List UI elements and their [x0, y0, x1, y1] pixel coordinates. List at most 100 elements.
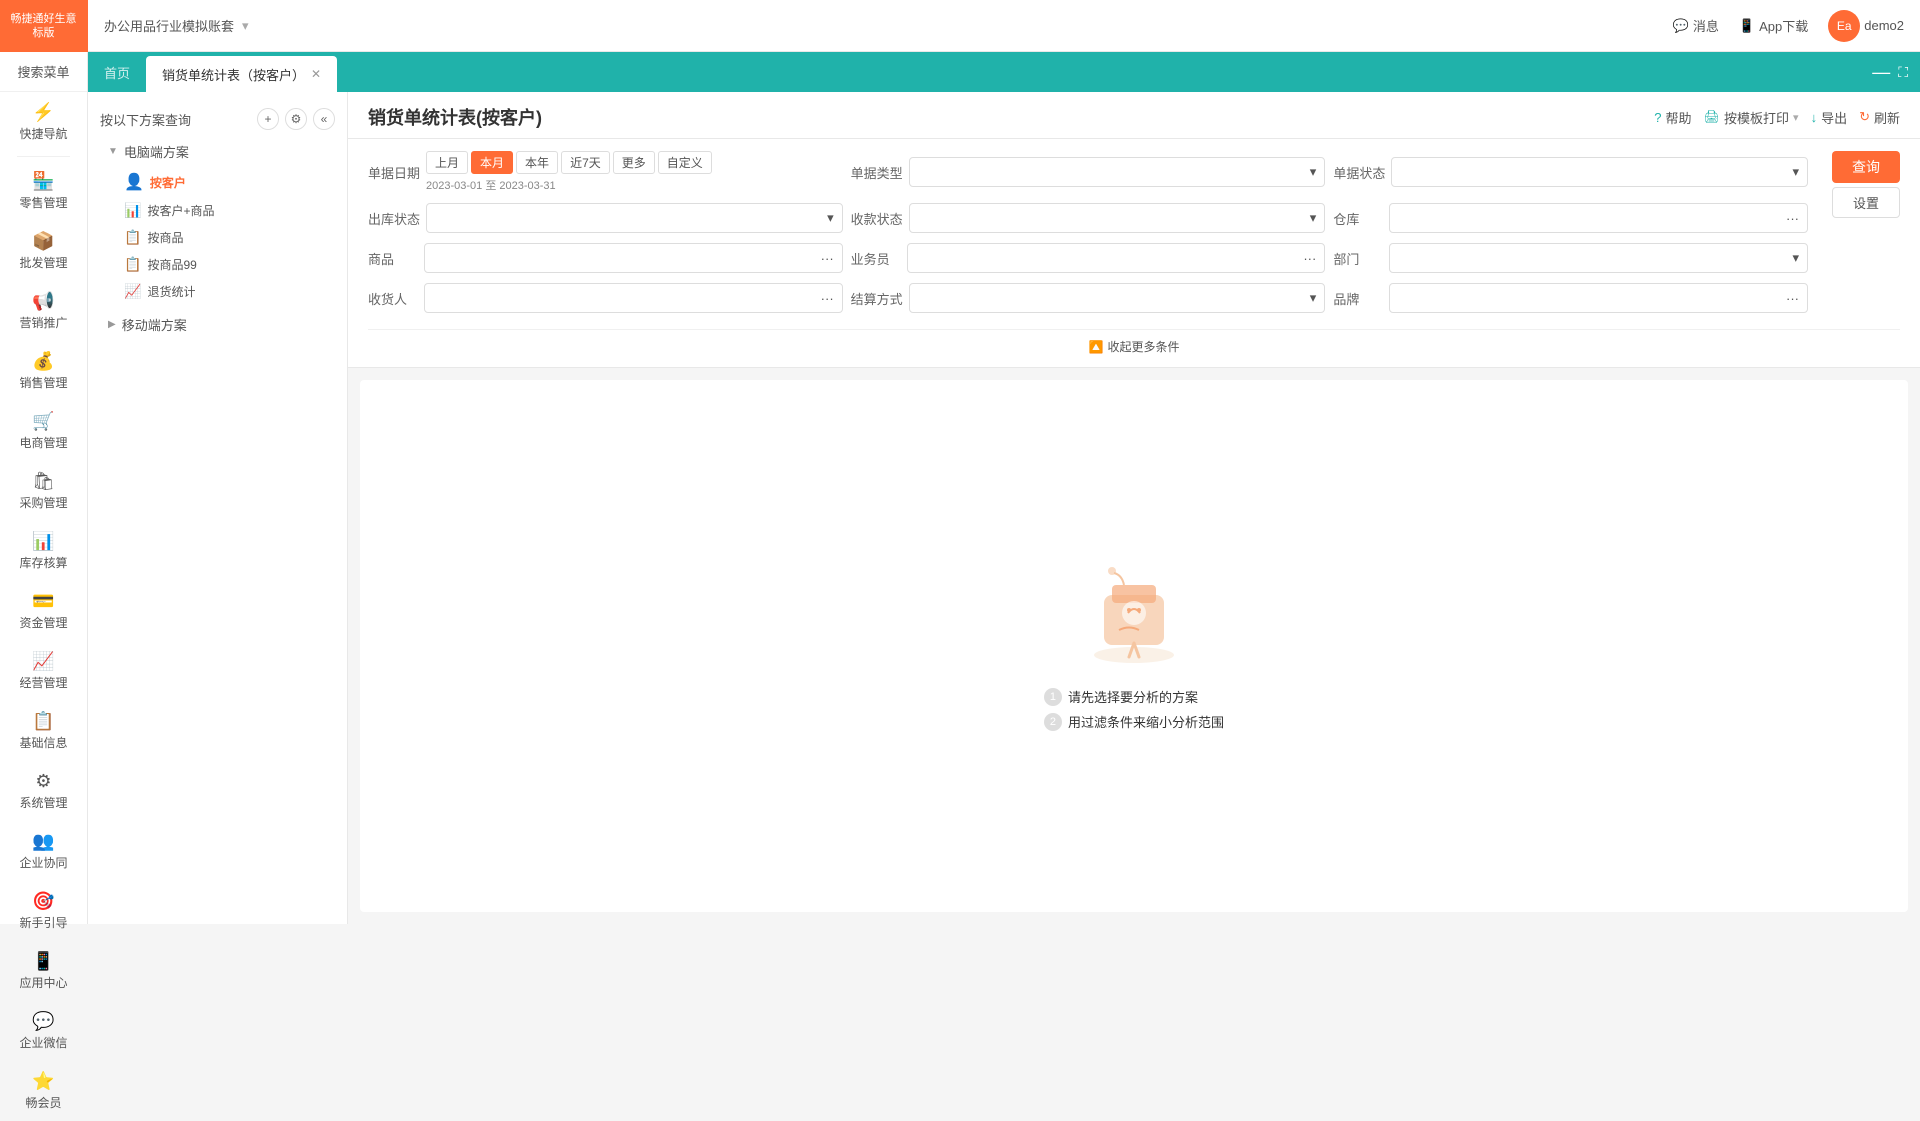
payment-status-field-group: 收款状态 ▾ — [851, 203, 1326, 233]
collapse-panel-btn[interactable]: « — [313, 108, 335, 130]
last-month-btn[interactable]: 上月 — [426, 151, 468, 174]
return-stats-icon: 📈 — [124, 283, 141, 300]
tree-item-return-stats[interactable]: 📈 退货统计 — [124, 278, 347, 305]
salesperson-label: 业务员 — [851, 249, 901, 268]
help-btn[interactable]: ? 帮助 — [1654, 108, 1691, 127]
industry-dropdown-icon[interactable]: ▾ — [242, 18, 249, 34]
sidebar-item-enterprise-wechat[interactable]: 💬 企业微信 — [0, 1001, 87, 1061]
add-scheme-btn[interactable]: + — [257, 108, 279, 130]
tab-home[interactable]: 首页 — [88, 52, 146, 92]
refresh-btn[interactable]: ↻ 刷新 — [1859, 108, 1900, 127]
tree-item-by-customer[interactable]: 👤 按客户 — [124, 167, 347, 197]
custom-btn[interactable]: 自定义 — [658, 151, 712, 174]
settings-scheme-btn[interactable]: ⚙ — [285, 108, 307, 130]
tree-arrow-pc: ▼ — [108, 146, 118, 157]
sidebar-item-wholesale[interactable]: 📦 批发管理 — [0, 221, 87, 281]
left-panel-header: 按以下方案查询 + ⚙ « — [88, 102, 347, 136]
filter-area: 单据日期 上月 本月 本年 近7天 更多 自定义 — [348, 139, 1920, 368]
enterprise-icon: 👥 — [32, 831, 54, 852]
payment-status-chevron: ▾ — [1310, 210, 1317, 226]
this-month-btn[interactable]: 本月 — [471, 151, 513, 174]
tree-section-pc[interactable]: ▼ 电脑端方案 — [88, 136, 347, 167]
this-year-btn[interactable]: 本年 — [516, 151, 558, 174]
tree-item-by-goods[interactable]: 📋 按商品 — [124, 224, 347, 251]
user-menu-btn[interactable]: Ea demo2 — [1828, 10, 1904, 42]
out-status-select[interactable]: ▾ — [426, 203, 843, 233]
sidebar-item-operations[interactable]: 📈 经营管理 — [0, 641, 87, 701]
export-btn[interactable]: ↓ 导出 — [1811, 108, 1848, 127]
sidebar-item-marketing[interactable]: 📢 营销推广 — [0, 281, 87, 341]
sidebar-item-system[interactable]: ⚙ 系统管理 — [0, 761, 87, 821]
sidebar-item-vip[interactable]: ⭐ 畅会员 — [0, 1061, 87, 1121]
doc-type-select[interactable]: ▾ — [909, 157, 1326, 187]
tab-maximize-btn[interactable]: ⛶ — [1898, 64, 1908, 81]
settlement-field-group: 结算方式 ▾ — [851, 283, 1326, 313]
tab-close-btn[interactable]: ✕ — [311, 67, 321, 81]
date-range-display: 2023-03-01 至 2023-03-31 — [426, 177, 843, 193]
sidebar-item-enterprise[interactable]: 👥 企业协同 — [0, 821, 87, 881]
finance-label: 资金管理 — [19, 614, 67, 631]
page-actions: ? 帮助 🖨 按模板打印 ▾ ↓ 导出 ↻ 刷新 — [1654, 108, 1900, 127]
more-btn[interactable]: 更多 — [613, 151, 655, 174]
sidebar-item-finance[interactable]: 💳 资金管理 — [0, 581, 87, 641]
settlement-select[interactable]: ▾ — [909, 283, 1326, 313]
receiver-field-group: 收货人 ··· — [368, 283, 843, 313]
message-icon: 💬 — [1673, 18, 1689, 34]
sidebar-item-basic[interactable]: 📋 基础信息 — [0, 701, 87, 761]
collapse-label: 收起更多条件 — [1107, 338, 1179, 355]
tree-section-mobile[interactable]: ▶ 移动端方案 — [88, 309, 347, 340]
brand-field-group: 品牌 ··· — [1333, 283, 1808, 313]
doc-status-chevron: ▾ — [1792, 164, 1799, 180]
brand-select[interactable]: ··· — [1389, 283, 1808, 313]
purchase-label: 采购管理 — [19, 494, 67, 511]
warehouse-field-group: 仓库 ··· — [1333, 203, 1808, 233]
query-buttons: 查询 设置 — [1832, 151, 1900, 218]
sidebar-item-newbie[interactable]: 🎯 新手引导 — [0, 881, 87, 941]
tree-item-by-customer-goods[interactable]: 📊 按客户+商品 — [124, 197, 347, 224]
return-stats-label: 退货统计 — [147, 283, 195, 300]
tree-item-by-goods-99[interactable]: 📋 按商品99 — [124, 251, 347, 278]
department-select[interactable]: ▾ — [1389, 243, 1808, 273]
payment-status-select[interactable]: ▾ — [909, 203, 1326, 233]
message-label: 消息 — [1693, 16, 1719, 35]
basic-label: 基础信息 — [19, 734, 67, 751]
sidebar-item-purchase[interactable]: 🛍 采购管理 — [0, 461, 87, 521]
logo-text: 畅捷通好生意 — [11, 12, 77, 26]
sidebar-item-quicknav[interactable]: ⚡ 快捷导航 — [0, 92, 87, 152]
tabbar: 首页 销货单统计表（按客户） ✕ — ⛶ — [88, 52, 1920, 92]
message-btn[interactable]: 💬 消息 — [1673, 16, 1719, 35]
tab-sales-stats[interactable]: 销货单统计表（按客户） ✕ — [146, 56, 337, 92]
collapse-conditions-btn[interactable]: 🔼 收起更多条件 — [1089, 338, 1180, 355]
sidebar-item-sales[interactable]: 💰 销售管理 — [0, 341, 87, 401]
sidebar-item-inventory[interactable]: 📊 库存核算 — [0, 521, 87, 581]
search-menu-btn[interactable]: 搜索菜单 — [0, 62, 87, 81]
sidebar-item-zero-retail[interactable]: 🏪 零售管理 — [0, 161, 87, 221]
print-dropdown-icon: ▾ — [1793, 111, 1799, 124]
sales-icon: 💰 — [32, 351, 54, 372]
sidebar-item-ecommerce[interactable]: 🛒 电商管理 — [0, 401, 87, 461]
warehouse-label: 仓库 — [1333, 209, 1383, 228]
receiver-select[interactable]: ··· — [424, 283, 843, 313]
warehouse-select[interactable]: ··· — [1389, 203, 1808, 233]
sidebar-item-app-center[interactable]: 📱 应用中心 — [0, 941, 87, 1001]
filter-row-3: 商品 ··· 业务员 ··· — [368, 243, 1808, 273]
last-7-btn[interactable]: 近7天 — [561, 151, 610, 174]
sidebar-logo: 畅捷通好生意 标版 — [0, 0, 88, 52]
goods-select[interactable]: ··· — [424, 243, 843, 273]
setting-btn[interactable]: 设置 — [1832, 187, 1900, 218]
brand-label: 品牌 — [1333, 289, 1383, 308]
wholesale-label: 批发管理 — [19, 254, 67, 271]
app-download-btn[interactable]: 📱 App下载 — [1739, 16, 1808, 35]
doc-status-select[interactable]: ▾ — [1391, 157, 1808, 187]
filter-row-4: 收货人 ··· 结算方式 ▾ — [368, 283, 1808, 313]
goods-dots: ··· — [821, 251, 834, 266]
vip-label: 畅会员 — [25, 1094, 61, 1111]
print-btn[interactable]: 🖨 按模板打印 ▾ — [1704, 108, 1799, 127]
ecommerce-icon: 🛒 — [32, 411, 54, 432]
quicknav-label: 快捷导航 — [19, 125, 67, 142]
salesperson-select[interactable]: ··· — [907, 243, 1326, 273]
tab-minimize-btn[interactable]: — — [1872, 62, 1890, 83]
query-btn[interactable]: 查询 — [1832, 151, 1900, 183]
left-panel-actions: + ⚙ « — [257, 108, 335, 130]
salesperson-field-group: 业务员 ··· — [851, 243, 1326, 273]
